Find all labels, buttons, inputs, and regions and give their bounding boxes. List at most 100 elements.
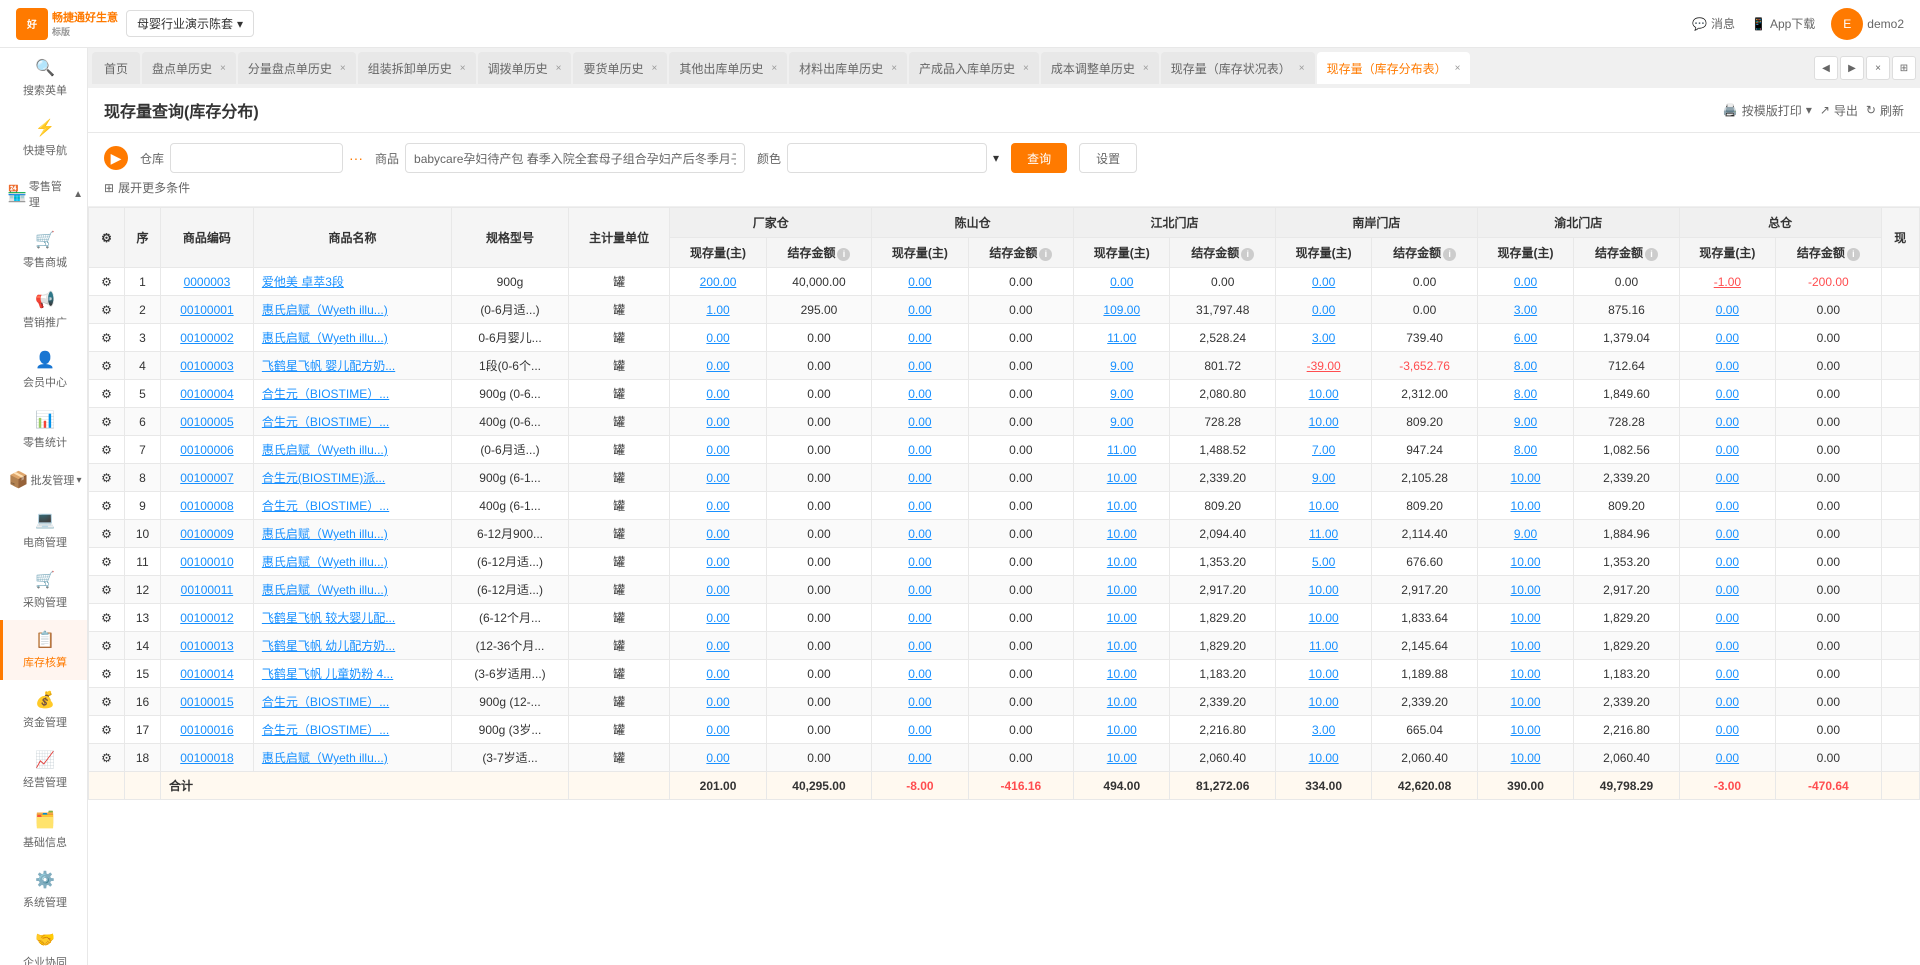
row-yubeimen-qty[interactable]: 10.00	[1477, 492, 1573, 520]
tab-close[interactable]: ×	[1455, 63, 1461, 74]
row-settings[interactable]: ⚙	[89, 576, 125, 604]
row-total-qty[interactable]: 0.00	[1679, 352, 1775, 380]
row-nanan-qty[interactable]: 5.00	[1276, 548, 1372, 576]
warehouse-input[interactable]	[170, 143, 343, 173]
product-input[interactable]	[405, 143, 745, 173]
row-nanan-qty[interactable]: 10.00	[1276, 380, 1372, 408]
row-factory-qty[interactable]: 0.00	[670, 408, 766, 436]
row-name[interactable]: 飞鹤星飞帆 儿童奶粉 4...	[253, 660, 451, 688]
row-nanan-qty[interactable]: 0.00	[1276, 268, 1372, 296]
tab-home[interactable]: 首页	[92, 52, 140, 84]
row-chenshan-qty[interactable]: 0.00	[872, 380, 968, 408]
row-jiangbei-qty[interactable]: 9.00	[1074, 380, 1170, 408]
tab-transfer[interactable]: 调拨单历史 ×	[478, 52, 572, 84]
tab-close[interactable]: ×	[340, 63, 346, 74]
row-total-qty[interactable]: 0.00	[1679, 604, 1775, 632]
row-total-qty[interactable]: 0.00	[1679, 576, 1775, 604]
row-yubeimen-qty[interactable]: 10.00	[1477, 576, 1573, 604]
row-code[interactable]: 00100005	[161, 408, 254, 436]
sidebar-item-finance[interactable]: 💰 资金管理	[0, 680, 87, 740]
row-nanan-qty[interactable]: 10.00	[1276, 492, 1372, 520]
sidebar-item-system[interactable]: ⚙️ 系统管理	[0, 860, 87, 920]
row-jiangbei-qty[interactable]: 10.00	[1074, 632, 1170, 660]
row-factory-qty[interactable]: 0.00	[670, 492, 766, 520]
row-jiangbei-qty[interactable]: 109.00	[1074, 296, 1170, 324]
row-yubeimen-qty[interactable]: 9.00	[1477, 520, 1573, 548]
tab-close-all-btn[interactable]: ×	[1866, 56, 1890, 80]
row-yubeimen-qty[interactable]: 10.00	[1477, 688, 1573, 716]
row-factory-qty[interactable]: 0.00	[670, 436, 766, 464]
row-yubeimen-qty[interactable]: 10.00	[1477, 604, 1573, 632]
row-chenshan-qty[interactable]: 0.00	[872, 576, 968, 604]
row-name[interactable]: 合生元（BIOSTIME）...	[253, 492, 451, 520]
refresh-btn[interactable]: ↻ 刷新	[1866, 102, 1904, 119]
row-chenshan-qty[interactable]: 0.00	[872, 352, 968, 380]
sidebar-item-search[interactable]: 🔍 搜索英单	[0, 48, 87, 108]
row-code[interactable]: 00100009	[161, 520, 254, 548]
table-wrapper[interactable]: ⚙ 序 商品编码 商品名称 规格型号 主计量单位 厂家仓 陈山仓 江北门店 南岸…	[88, 207, 1920, 904]
row-code[interactable]: 00100015	[161, 688, 254, 716]
row-total-qty[interactable]: 0.00	[1679, 660, 1775, 688]
row-name[interactable]: 合生元（BIOSTIME）...	[253, 688, 451, 716]
row-factory-qty[interactable]: 0.00	[670, 464, 766, 492]
user-menu[interactable]: E demo2	[1831, 8, 1904, 40]
row-code[interactable]: 00100013	[161, 632, 254, 660]
tab-close[interactable]: ×	[1143, 63, 1149, 74]
row-settings[interactable]: ⚙	[89, 688, 125, 716]
row-settings[interactable]: ⚙	[89, 548, 125, 576]
row-nanan-qty[interactable]: 10.00	[1276, 744, 1372, 772]
row-settings[interactable]: ⚙	[89, 352, 125, 380]
tab-close[interactable]: ×	[460, 63, 466, 74]
row-jiangbei-qty[interactable]: 11.00	[1074, 436, 1170, 464]
row-nanan-qty[interactable]: 11.00	[1276, 632, 1372, 660]
row-code[interactable]: 00100016	[161, 716, 254, 744]
row-settings[interactable]: ⚙	[89, 436, 125, 464]
tab-stockcount[interactable]: 盘点单历史 ×	[142, 52, 236, 84]
row-total-qty[interactable]: 0.00	[1679, 716, 1775, 744]
row-code[interactable]: 00100011	[161, 576, 254, 604]
chenshan-amt-info[interactable]: i	[1039, 248, 1052, 261]
tab-close[interactable]: ×	[556, 63, 562, 74]
row-total-qty[interactable]: 0.00	[1679, 296, 1775, 324]
row-nanan-qty[interactable]: 10.00	[1276, 408, 1372, 436]
row-name[interactable]: 惠氏启赋（Wyeth illu...)	[253, 296, 451, 324]
row-name[interactable]: 惠氏启赋（Wyeth illu...)	[253, 576, 451, 604]
sidebar-item-retail-shop[interactable]: 🛒 零售商城	[0, 220, 87, 280]
row-yubeimen-qty[interactable]: 8.00	[1477, 436, 1573, 464]
row-yubeimen-qty[interactable]: 8.00	[1477, 352, 1573, 380]
settings-btn[interactable]: 设置	[1079, 143, 1137, 173]
row-settings[interactable]: ⚙	[89, 744, 125, 772]
row-chenshan-qty[interactable]: 0.00	[872, 520, 968, 548]
row-factory-qty[interactable]: 0.00	[670, 324, 766, 352]
sidebar-item-ecommerce[interactable]: 💻 电商管理	[0, 500, 87, 560]
sidebar-item-retail[interactable]: 🏪 零售管理 ▲	[0, 168, 87, 220]
row-settings[interactable]: ⚙	[89, 380, 125, 408]
row-nanan-qty[interactable]: 10.00	[1276, 576, 1372, 604]
row-yubeimen-qty[interactable]: 6.00	[1477, 324, 1573, 352]
row-nanan-qty[interactable]: 7.00	[1276, 436, 1372, 464]
sidebar-item-quick[interactable]: ⚡ 快捷导航	[0, 108, 87, 168]
row-nanan-qty[interactable]: 10.00	[1276, 604, 1372, 632]
row-yubeimen-qty[interactable]: 9.00	[1477, 408, 1573, 436]
row-name[interactable]: 惠氏启赋（Wyeth illu...)	[253, 744, 451, 772]
row-total-qty[interactable]: 0.00	[1679, 324, 1775, 352]
sidebar-item-operation[interactable]: 📈 经营管理	[0, 740, 87, 800]
row-code[interactable]: 00100014	[161, 660, 254, 688]
tab-close[interactable]: ×	[771, 63, 777, 74]
row-yubeimen-qty[interactable]: 8.00	[1477, 380, 1573, 408]
row-jiangbei-qty[interactable]: 10.00	[1074, 660, 1170, 688]
total-amt-info[interactable]: i	[1847, 248, 1860, 261]
row-total-qty[interactable]: 0.00	[1679, 744, 1775, 772]
row-name[interactable]: 合生元(BIOSTIME)派...	[253, 464, 451, 492]
row-total-qty[interactable]: 0.00	[1679, 464, 1775, 492]
row-name[interactable]: 惠氏启赋（Wyeth illu...)	[253, 520, 451, 548]
tab-order[interactable]: 要货单历史 ×	[573, 52, 667, 84]
store-selector[interactable]: 母婴行业演示陈套 ▾	[126, 10, 254, 37]
row-chenshan-qty[interactable]: 0.00	[872, 744, 968, 772]
row-chenshan-qty[interactable]: 0.00	[872, 548, 968, 576]
export-btn[interactable]: ↗ 导出	[1820, 102, 1858, 119]
row-chenshan-qty[interactable]: 0.00	[872, 660, 968, 688]
row-nanan-qty[interactable]: 11.00	[1276, 520, 1372, 548]
row-name[interactable]: 惠氏启赋（Wyeth illu...)	[253, 548, 451, 576]
row-name[interactable]: 惠氏启赋（Wyeth illu...)	[253, 436, 451, 464]
